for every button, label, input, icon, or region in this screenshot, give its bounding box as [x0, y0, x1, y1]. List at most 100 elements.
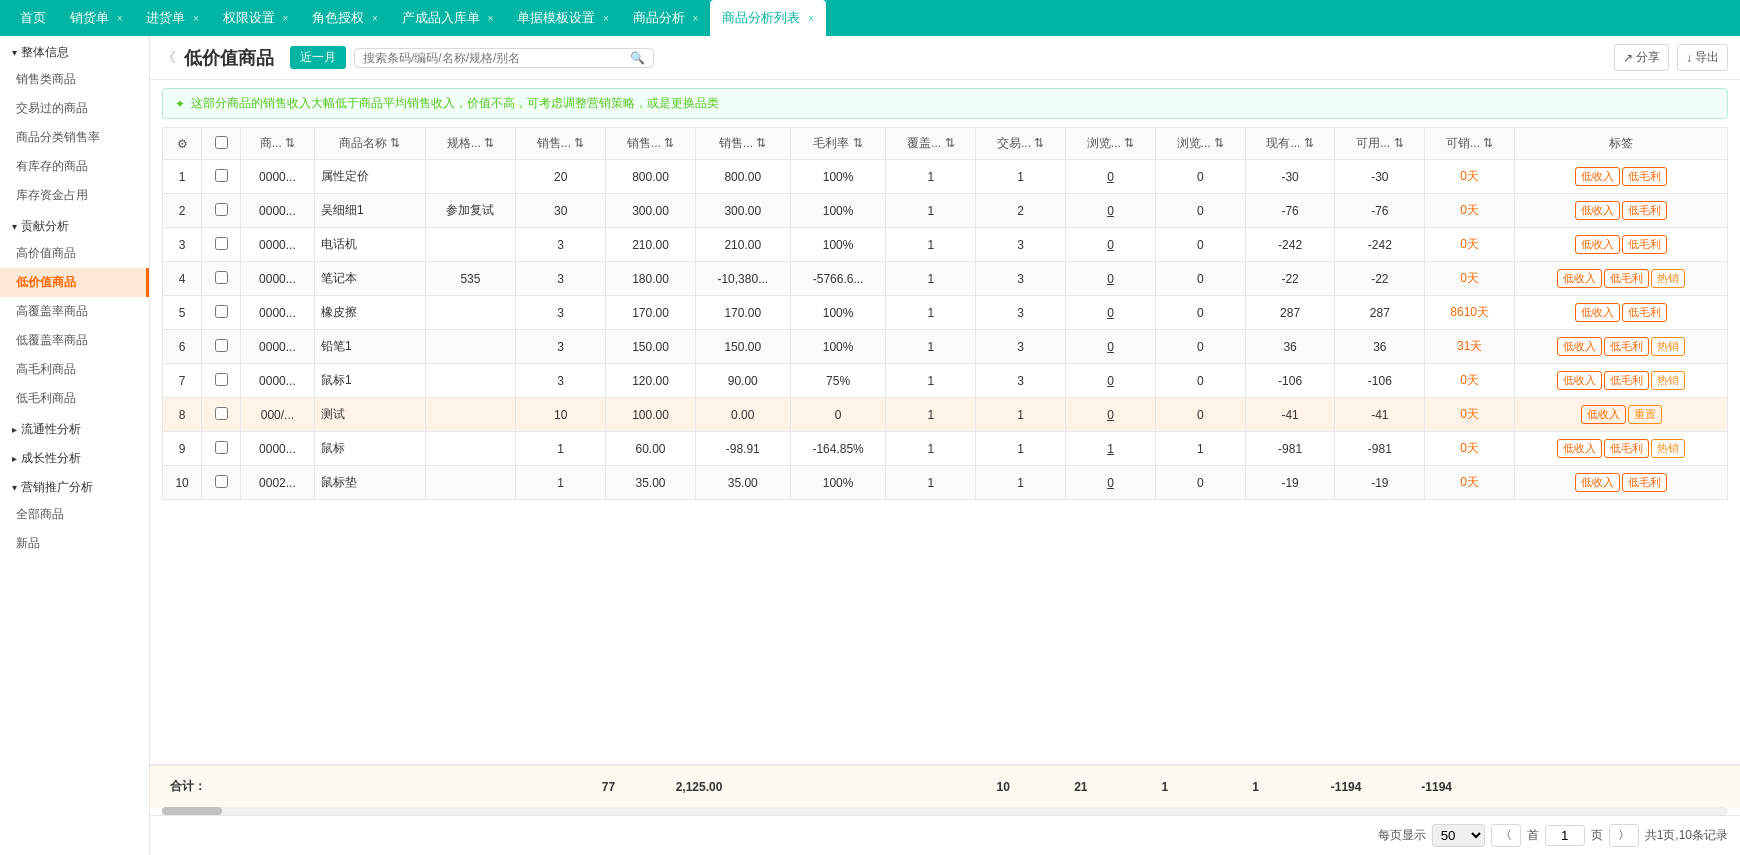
- sidebar-group-contribution[interactable]: ▾ 贡献分析: [0, 210, 149, 239]
- nav-sales[interactable]: 销货单 ×: [58, 0, 134, 36]
- nav-close-analysis-list[interactable]: ×: [808, 13, 814, 24]
- search-input[interactable]: [363, 51, 630, 65]
- row-select-checkbox[interactable]: [215, 339, 228, 352]
- sidebar-item-capital[interactable]: 库存资金占用: [0, 181, 149, 210]
- nav-product-analysis[interactable]: 商品分析 ×: [621, 0, 710, 36]
- nav-roles[interactable]: 角色授权 ×: [300, 0, 389, 36]
- search-icon[interactable]: 🔍: [630, 51, 645, 65]
- browse-link[interactable]: 0: [1107, 340, 1114, 354]
- sidebar-item-high-value[interactable]: 高价值商品: [0, 239, 149, 268]
- row-select-checkbox[interactable]: [215, 305, 228, 318]
- col-qty[interactable]: 销售... ⇅: [516, 128, 606, 160]
- col-checkbox[interactable]: [202, 128, 241, 160]
- browse-link[interactable]: 1: [1107, 442, 1114, 456]
- row-browse1[interactable]: 0: [1066, 296, 1156, 330]
- row-browse1[interactable]: 0: [1066, 364, 1156, 398]
- row-checkbox[interactable]: [202, 228, 241, 262]
- row-select-checkbox[interactable]: [215, 237, 228, 250]
- row-browse1[interactable]: 0: [1066, 228, 1156, 262]
- col-sale2[interactable]: 销售... ⇅: [695, 128, 790, 160]
- nav-close-sales[interactable]: ×: [117, 13, 123, 24]
- browse-link[interactable]: 0: [1107, 272, 1114, 286]
- col-tags[interactable]: 标签: [1515, 128, 1728, 160]
- row-checkbox[interactable]: [202, 466, 241, 500]
- per-page-select[interactable]: 50 20 100: [1432, 824, 1485, 847]
- col-browse1[interactable]: 浏览... ⇅: [1066, 128, 1156, 160]
- sidebar-item-category-rate[interactable]: 商品分类销售率: [0, 123, 149, 152]
- nav-home[interactable]: 首页: [8, 0, 58, 36]
- row-browse1[interactable]: 0: [1066, 466, 1156, 500]
- nav-purchase[interactable]: 进货单 ×: [134, 0, 210, 36]
- col-spec[interactable]: 规格... ⇅: [425, 128, 516, 160]
- col-gear[interactable]: ⚙: [163, 128, 202, 160]
- row-checkbox[interactable]: [202, 432, 241, 466]
- nav-template[interactable]: 单据模板设置 ×: [505, 0, 620, 36]
- share-button[interactable]: ↗ 分享: [1614, 44, 1669, 71]
- nav-permissions[interactable]: 权限设置 ×: [211, 0, 300, 36]
- sidebar-item-low-margin[interactable]: 低毛利商品: [0, 384, 149, 413]
- row-checkbox[interactable]: [202, 160, 241, 194]
- browse-link[interactable]: 0: [1107, 306, 1114, 320]
- row-checkbox[interactable]: [202, 330, 241, 364]
- select-all-checkbox[interactable]: [215, 136, 228, 149]
- col-code[interactable]: 商... ⇅: [240, 128, 314, 160]
- nav-close-analysis[interactable]: ×: [692, 13, 698, 24]
- browse-link[interactable]: 0: [1107, 408, 1114, 422]
- col-cover[interactable]: 覆盖... ⇅: [886, 128, 976, 160]
- col-avail[interactable]: 可用... ⇅: [1335, 128, 1425, 160]
- sidebar-item-traded-products[interactable]: 交易过的商品: [0, 94, 149, 123]
- row-checkbox[interactable]: [202, 194, 241, 228]
- row-browse1[interactable]: 0: [1066, 330, 1156, 364]
- row-select-checkbox[interactable]: [215, 203, 228, 216]
- row-select-checkbox[interactable]: [215, 373, 228, 386]
- sidebar-group-circulation[interactable]: ▸ 流通性分析: [0, 413, 149, 442]
- sidebar-item-sales-products[interactable]: 销售类商品: [0, 65, 149, 94]
- col-sale1[interactable]: 销售... ⇅: [606, 128, 696, 160]
- browse-link[interactable]: 0: [1107, 476, 1114, 490]
- sidebar-item-high-margin[interactable]: 高毛利商品: [0, 355, 149, 384]
- col-gross[interactable]: 毛利率 ⇅: [790, 128, 886, 160]
- nav-close-template[interactable]: ×: [603, 13, 609, 24]
- row-browse1[interactable]: 0: [1066, 262, 1156, 296]
- row-select-checkbox[interactable]: [215, 271, 228, 284]
- col-trade[interactable]: 交易... ⇅: [976, 128, 1066, 160]
- nav-close-roles[interactable]: ×: [372, 13, 378, 24]
- row-select-checkbox[interactable]: [215, 169, 228, 182]
- row-checkbox[interactable]: [202, 364, 241, 398]
- nav-close-purchase[interactable]: ×: [193, 13, 199, 24]
- next-page-button[interactable]: 〉: [1609, 824, 1639, 847]
- col-name[interactable]: 商品名称 ⇅: [314, 128, 425, 160]
- sidebar-item-low-value[interactable]: 低价值商品: [0, 268, 149, 297]
- export-button[interactable]: ↓ 导出: [1677, 44, 1728, 71]
- row-select-checkbox[interactable]: [215, 475, 228, 488]
- sidebar-group-marketing[interactable]: ▾ 营销推广分析: [0, 471, 149, 500]
- scrollbar-thumb[interactable]: [162, 807, 222, 815]
- row-checkbox[interactable]: [202, 398, 241, 432]
- collapse-sidebar-button[interactable]: 《: [162, 49, 176, 67]
- sidebar-item-low-coverage[interactable]: 低覆盖率商品: [0, 326, 149, 355]
- sidebar-group-overall[interactable]: ▾ 整体信息: [0, 36, 149, 65]
- nav-product-stock[interactable]: 产成品入库单 ×: [390, 0, 505, 36]
- nav-close-permissions[interactable]: ×: [283, 13, 289, 24]
- col-stock[interactable]: 现有... ⇅: [1245, 128, 1335, 160]
- browse-link[interactable]: 0: [1107, 238, 1114, 252]
- nav-product-analysis-list[interactable]: 商品分析列表 ×: [710, 0, 825, 36]
- row-browse1[interactable]: 0: [1066, 160, 1156, 194]
- row-select-checkbox[interactable]: [215, 441, 228, 454]
- sidebar-group-growth[interactable]: ▸ 成长性分析: [0, 442, 149, 471]
- row-checkbox[interactable]: [202, 262, 241, 296]
- nav-close-product-stock[interactable]: ×: [488, 13, 494, 24]
- browse-link[interactable]: 0: [1107, 170, 1114, 184]
- browse-link[interactable]: 0: [1107, 204, 1114, 218]
- row-browse1[interactable]: 0: [1066, 194, 1156, 228]
- sidebar-item-new-products[interactable]: 新品: [0, 529, 149, 558]
- row-checkbox[interactable]: [202, 296, 241, 330]
- col-days[interactable]: 可销... ⇅: [1425, 128, 1515, 160]
- first-page-button[interactable]: 〈: [1491, 824, 1521, 847]
- row-browse1[interactable]: 1: [1066, 432, 1156, 466]
- browse-link[interactable]: 0: [1107, 374, 1114, 388]
- row-browse1[interactable]: 0: [1066, 398, 1156, 432]
- col-browse2[interactable]: 浏览... ⇅: [1155, 128, 1245, 160]
- page-number-input[interactable]: [1545, 825, 1585, 846]
- sidebar-item-high-coverage[interactable]: 高覆盖率商品: [0, 297, 149, 326]
